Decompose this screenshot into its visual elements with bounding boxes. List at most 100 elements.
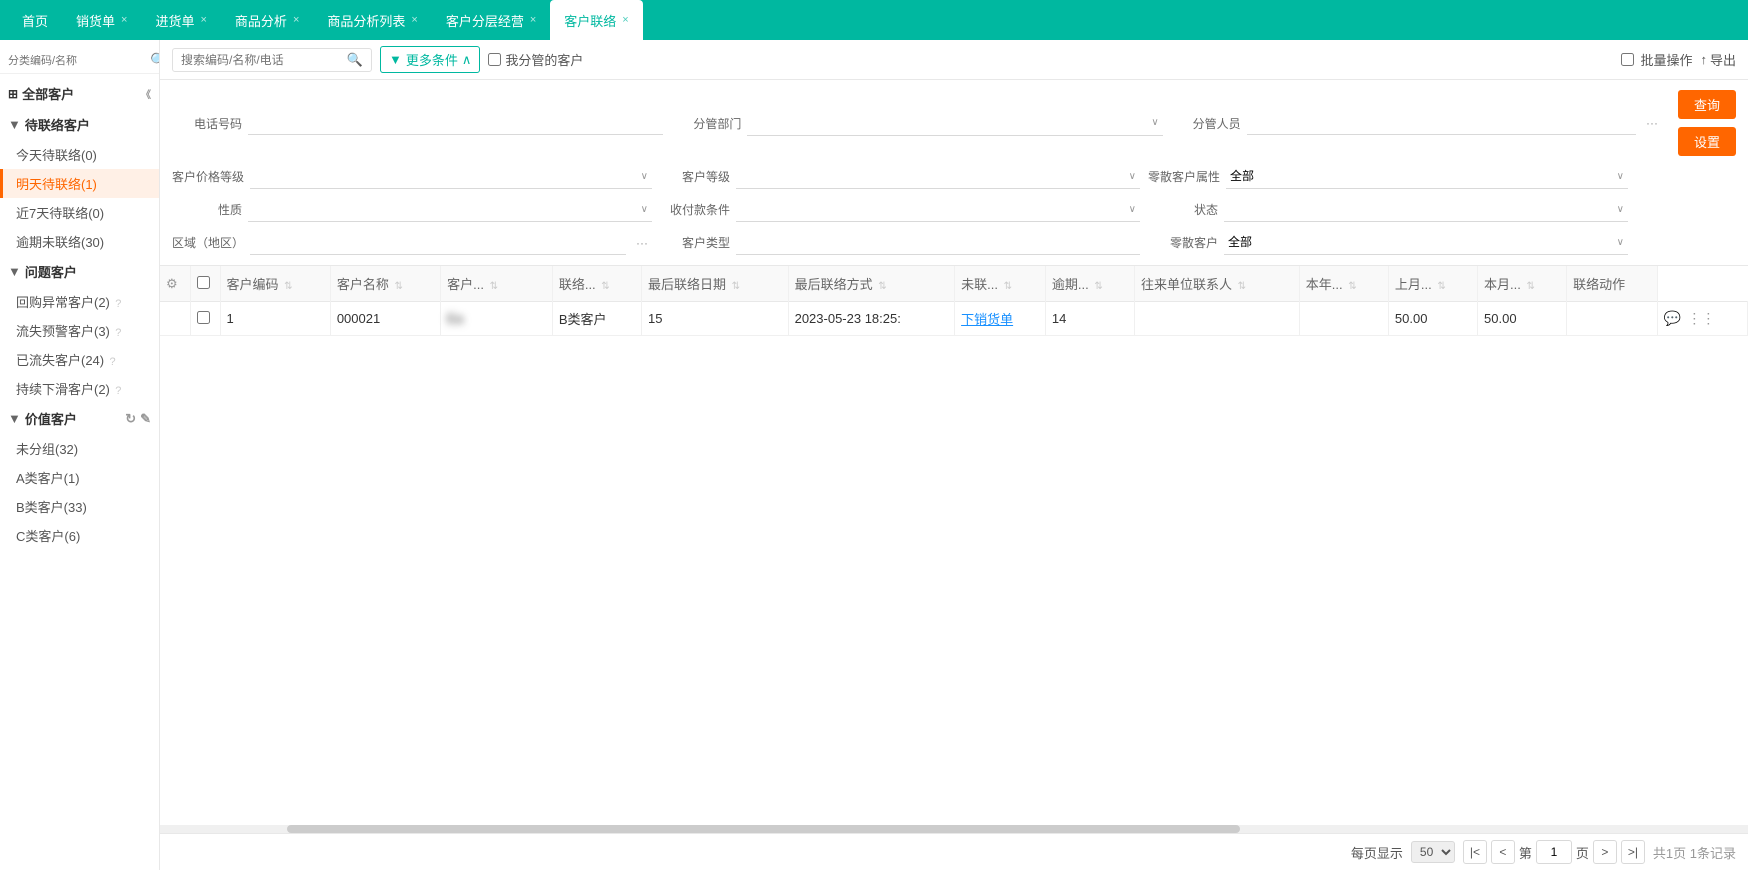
td-checkbox: [190, 302, 220, 336]
th-last-month: 上月... ⇅: [1388, 266, 1477, 302]
more-action-icon[interactable]: ⋮⋮: [1687, 310, 1715, 327]
th-action: 联络动作: [1567, 266, 1658, 302]
sidebar-item-tomorrow[interactable]: 明天待联络(1): [0, 169, 159, 198]
next-page-btn[interactable]: >: [1593, 840, 1617, 864]
sort-last-method-icon[interactable]: ⇅: [878, 281, 886, 292]
payment-select[interactable]: [736, 197, 1140, 221]
sidebar-item-b-class[interactable]: B类客户(33): [0, 492, 159, 521]
close-purchase-icon[interactable]: ×: [200, 14, 206, 26]
price-grade-select[interactable]: [250, 164, 652, 188]
nature-select[interactable]: [248, 197, 652, 221]
status-select[interactable]: [1224, 197, 1628, 221]
batch-check[interactable]: [1621, 53, 1634, 66]
sidebar-search-input[interactable]: [8, 55, 150, 67]
batch-op-btn[interactable]: 批量操作: [1621, 50, 1692, 69]
select-all-checkbox[interactable]: [197, 276, 210, 289]
close-sales-icon[interactable]: ×: [121, 14, 127, 26]
sidebar-item-c-class[interactable]: C类客户(6): [0, 521, 159, 550]
close-layer-icon[interactable]: ×: [530, 14, 536, 26]
sort-last-month-icon[interactable]: ⇅: [1437, 281, 1445, 292]
filter-manager: 分管人员 ···: [1171, 111, 1662, 135]
row-checkbox-0[interactable]: [197, 311, 210, 324]
manager-more-icon[interactable]: ···: [1642, 116, 1662, 130]
close-analysis-icon[interactable]: ×: [293, 14, 299, 26]
sidebar: 🔍 ⊞ 全部客户 《 ▼ 待联络客户 今天待联络(0) 明天待联络(1) 近7天…: [0, 40, 160, 870]
region-input[interactable]: [250, 231, 626, 255]
scrollbar-thumb[interactable]: [287, 825, 1240, 833]
page-input[interactable]: [1536, 840, 1572, 864]
per-page-label: 每页显示: [1351, 843, 1403, 862]
phone-input[interactable]: [248, 111, 663, 135]
nav-product-analysis-list[interactable]: 商品分析列表 ×: [313, 0, 431, 40]
sidebar-item-a-class[interactable]: A类客户(1): [0, 463, 159, 492]
close-analysis-list-icon[interactable]: ×: [411, 14, 417, 26]
sort-no-days-icon[interactable]: ⇅: [1004, 281, 1012, 292]
sidebar-item-declining[interactable]: 持续下滑客户(2) ?: [0, 374, 159, 403]
manager-input[interactable]: [1247, 111, 1636, 135]
sort-this-year-icon[interactable]: ⇅: [1348, 281, 1356, 292]
toolbar-search-icon[interactable]: 🔍: [347, 52, 363, 68]
nav-customer-layer[interactable]: 客户分层经营 ×: [432, 0, 550, 40]
retail-customer-select[interactable]: 全部: [1224, 230, 1628, 254]
retail-attr-select[interactable]: 全部: [1226, 164, 1628, 188]
more-conditions-btn[interactable]: ▼ 更多条件 ∧: [380, 46, 480, 73]
per-page-select[interactable]: 50: [1411, 841, 1455, 863]
gear-icon[interactable]: ⚙: [166, 276, 178, 291]
search-input[interactable]: [181, 53, 347, 67]
prev-page-btn[interactable]: <: [1491, 840, 1515, 864]
sidebar-item-churn-warn[interactable]: 流失预警客户(3) ?: [0, 316, 159, 345]
region-more-icon[interactable]: ···: [632, 236, 652, 250]
sort-code-icon[interactable]: ⇅: [284, 281, 292, 292]
first-page-btn[interactable]: |<: [1463, 840, 1487, 864]
toolbar: 🔍 ▼ 更多条件 ∧ 我分管的客户 批量操作 ↑ 导出: [160, 40, 1748, 80]
sort-type-icon[interactable]: ⇅: [490, 281, 498, 292]
nav-customer-contact[interactable]: 客户联络 ×: [550, 0, 642, 40]
sort-this-month-icon[interactable]: ⇅: [1527, 281, 1535, 292]
my-customers-check[interactable]: [488, 53, 501, 66]
dept-select[interactable]: [747, 111, 1162, 135]
horizontal-scrollbar[interactable]: [160, 825, 1748, 833]
collapse-icon[interactable]: 《: [141, 86, 151, 101]
sort-last-date-icon[interactable]: ⇅: [732, 281, 740, 292]
nav-home[interactable]: 首页: [8, 0, 62, 40]
customer-grade-select[interactable]: [736, 164, 1140, 188]
refresh-icon[interactable]: ↻: [125, 411, 136, 427]
last-method-link[interactable]: 下销货单: [961, 312, 1013, 327]
sidebar-pending-section[interactable]: ▼ 待联络客户: [0, 109, 159, 140]
sidebar-problem-section[interactable]: ▼ 问题客户: [0, 256, 159, 287]
sort-contact-icon[interactable]: ⇅: [601, 281, 609, 292]
sort-contact-person-icon[interactable]: ⇅: [1238, 281, 1246, 292]
sidebar-item-7days[interactable]: 近7天待联络(0): [0, 198, 159, 227]
nav-product-analysis[interactable]: 商品分析 ×: [221, 0, 313, 40]
action-buttons: 查询 设置: [1678, 90, 1736, 156]
page-label: 第: [1519, 843, 1532, 862]
td-index: 1: [220, 302, 330, 336]
total-info: 共1页 1条记录: [1653, 843, 1736, 862]
sidebar-item-overdue[interactable]: 逾期未联络(30): [0, 227, 159, 256]
export-btn[interactable]: ↑ 导出: [1700, 50, 1736, 69]
query-button[interactable]: 查询: [1678, 90, 1736, 119]
chat-icon[interactable]: 💬: [1664, 310, 1681, 327]
nav-sales[interactable]: 销货单 ×: [62, 0, 141, 40]
edit-icon[interactable]: ✎: [140, 411, 151, 427]
my-customers-checkbox[interactable]: 我分管的客户: [488, 50, 583, 69]
filter-dept: 分管部门 ∨: [671, 111, 1162, 136]
td-gear: [160, 302, 190, 336]
sidebar-all-customers[interactable]: ⊞ 全部客户 《: [0, 78, 159, 109]
filter-row-1: 电话号码 分管部门 ∨ 分管人员 ··· 查询 设置: [172, 90, 1736, 156]
sort-name-icon[interactable]: ⇅: [394, 281, 402, 292]
sidebar-search-icon[interactable]: 🔍: [150, 52, 160, 69]
sort-overdue-icon[interactable]: ⇅: [1094, 281, 1102, 292]
close-contact-icon[interactable]: ×: [622, 14, 628, 26]
sidebar-value-section[interactable]: ▼ 价值客户 ↻ ✎: [0, 403, 159, 434]
td-type: B类客户: [552, 302, 641, 336]
settings-button[interactable]: 设置: [1678, 127, 1736, 156]
last-page-btn[interactable]: >|: [1621, 840, 1645, 864]
page-nav: |< < 第 页 > >|: [1463, 840, 1645, 864]
sidebar-item-ungrouped[interactable]: 未分组(32): [0, 434, 159, 463]
sidebar-item-today[interactable]: 今天待联络(0): [0, 140, 159, 169]
sidebar-item-abnormal[interactable]: 回购异常客户(2) ?: [0, 287, 159, 316]
customer-type-input[interactable]: [736, 231, 1140, 255]
nav-purchase[interactable]: 进货单 ×: [141, 0, 220, 40]
sidebar-item-churned[interactable]: 已流失客户(24) ?: [0, 345, 159, 374]
